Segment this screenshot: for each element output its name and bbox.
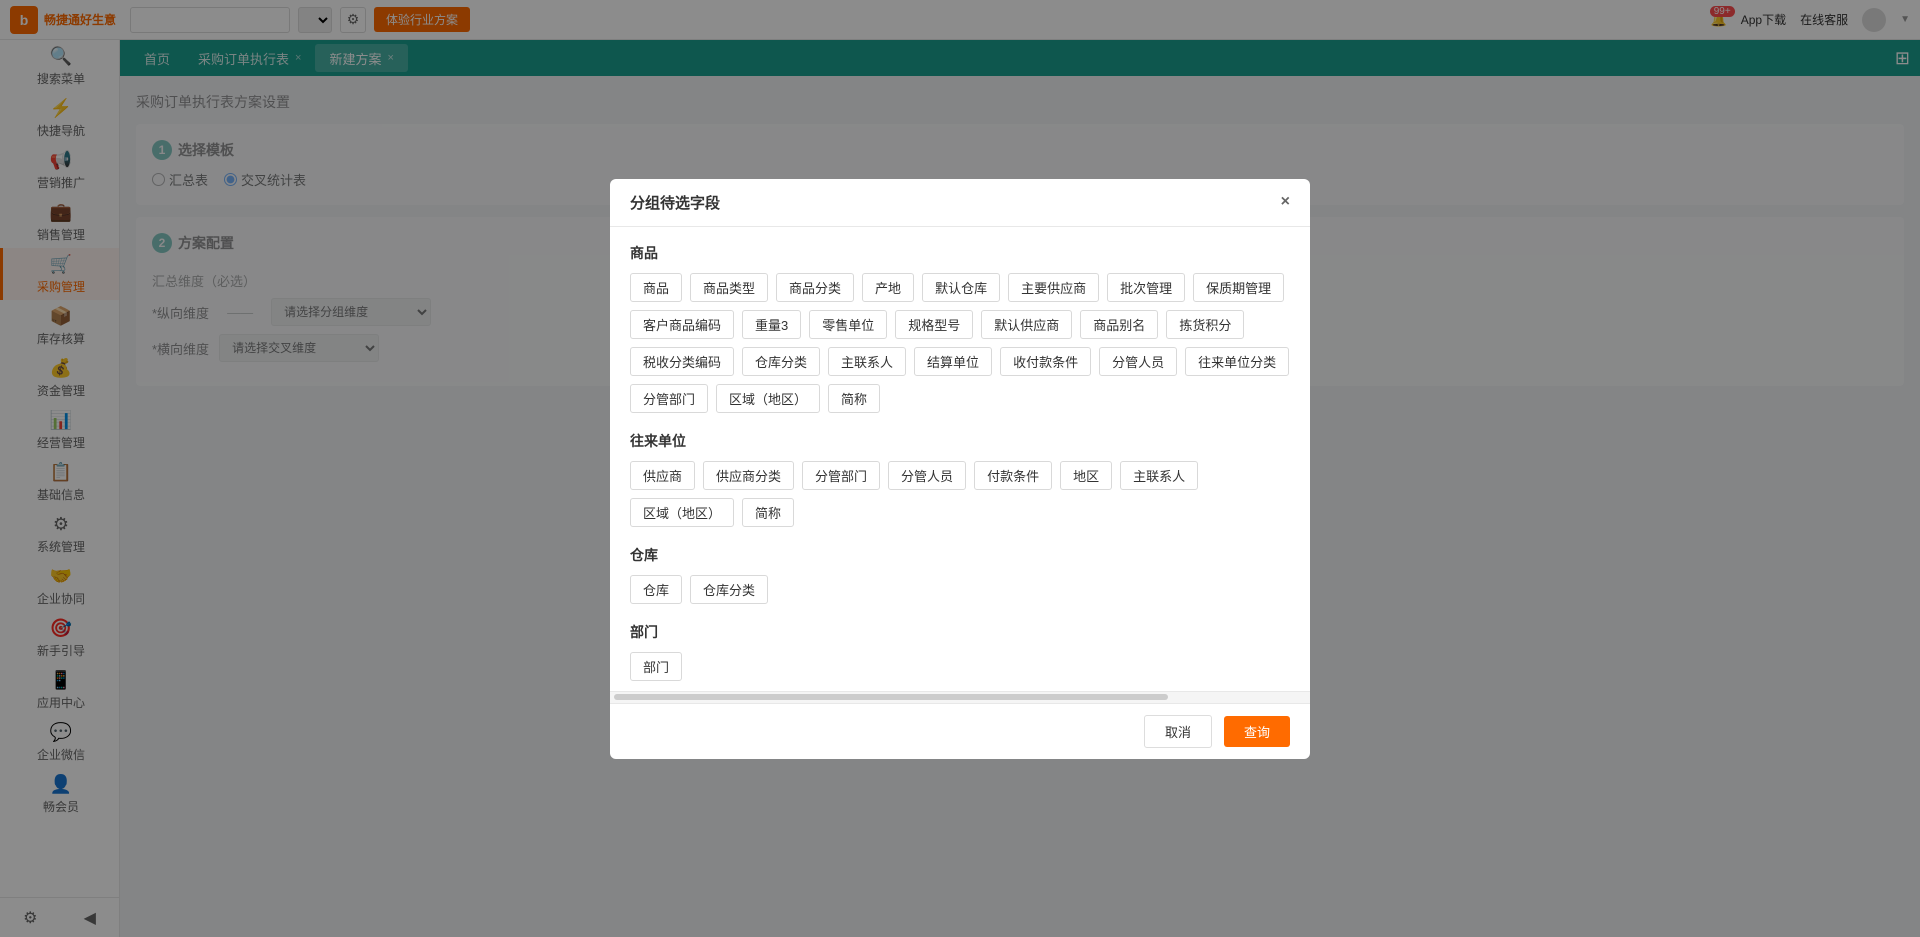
tag-retail-unit[interactable]: 零售单位 (809, 310, 887, 339)
tag-payment-terms[interactable]: 收付款条件 (1000, 347, 1091, 376)
tag-tax-code[interactable]: 税收分类编码 (630, 347, 734, 376)
tag-supplier-category[interactable]: 供应商分类 (703, 461, 794, 490)
tag-expiry-mgmt[interactable]: 保质期管理 (1193, 273, 1284, 302)
tag-person[interactable]: 分管人员 (888, 461, 966, 490)
modal-horizontal-scrollbar[interactable] (610, 691, 1310, 703)
tag-spec-model[interactable]: 规格型号 (895, 310, 973, 339)
section-department-tags: 部门 (630, 652, 1290, 681)
modal-cancel-button[interactable]: 取消 (1144, 715, 1212, 748)
tag-customer-product-code[interactable]: 客户商品编码 (630, 310, 734, 339)
tag-counterpart-category[interactable]: 往来单位分类 (1185, 347, 1289, 376)
tag-weight3[interactable]: 重量3 (742, 310, 801, 339)
tag-product-type[interactable]: 商品类型 (690, 273, 768, 302)
tag-department[interactable]: 部门 (630, 652, 682, 681)
tag-main-contact2[interactable]: 主联系人 (1120, 461, 1198, 490)
section-product-title: 商品 (630, 243, 1290, 263)
modal-footer: 取消 查询 (610, 703, 1310, 759)
tag-warehouse-type[interactable]: 仓库分类 (690, 575, 768, 604)
section-product: 商品 商品 商品类型 商品分类 产地 默认仓库 主要供应商 批次管理 保质期管理… (630, 243, 1290, 413)
modal-overlay: 分组待选字段 × 商品 商品 商品类型 商品分类 产地 默认仓库 主要供应商 批… (0, 0, 1920, 937)
tag-product[interactable]: 商品 (630, 273, 682, 302)
tag-admin-person[interactable]: 分管人员 (1099, 347, 1177, 376)
section-department-title: 部门 (630, 622, 1290, 642)
tag-area[interactable]: 地区 (1060, 461, 1112, 490)
tag-origin[interactable]: 产地 (862, 273, 914, 302)
tag-settlement-unit[interactable]: 结算单位 (914, 347, 992, 376)
tag-default-supplier[interactable]: 默认供应商 (981, 310, 1072, 339)
section-product-tags: 商品 商品类型 商品分类 产地 默认仓库 主要供应商 批次管理 保质期管理 客户… (630, 273, 1290, 413)
modal-body: 商品 商品 商品类型 商品分类 产地 默认仓库 主要供应商 批次管理 保质期管理… (610, 227, 1310, 691)
section-department: 部门 部门 (630, 622, 1290, 681)
tag-short-name[interactable]: 简称 (828, 384, 880, 413)
tag-region2[interactable]: 区域（地区） (630, 498, 734, 527)
tag-short-name2[interactable]: 简称 (742, 498, 794, 527)
tag-region[interactable]: 区域（地区） (716, 384, 820, 413)
section-warehouse-title: 仓库 (630, 545, 1290, 565)
section-counterpart-tags: 供应商 供应商分类 分管部门 分管人员 付款条件 地区 主联系人 区域（地区） … (630, 461, 1290, 527)
section-counterpart-title: 往来单位 (630, 431, 1290, 451)
tag-supplier[interactable]: 供应商 (630, 461, 695, 490)
modal-header: 分组待选字段 × (610, 179, 1310, 227)
tag-admin-dept[interactable]: 分管部门 (630, 384, 708, 413)
section-warehouse-tags: 仓库 仓库分类 (630, 575, 1290, 604)
tag-pick-points[interactable]: 拣货积分 (1166, 310, 1244, 339)
section-counterpart: 往来单位 供应商 供应商分类 分管部门 分管人员 付款条件 地区 主联系人 区域… (630, 431, 1290, 527)
tag-product-category[interactable]: 商品分类 (776, 273, 854, 302)
modal-title: 分组待选字段 (630, 192, 720, 213)
tag-main-supplier[interactable]: 主要供应商 (1008, 273, 1099, 302)
modal-close-button[interactable]: × (1281, 193, 1290, 211)
tag-batch-mgmt[interactable]: 批次管理 (1107, 273, 1185, 302)
section-warehouse: 仓库 仓库 仓库分类 (630, 545, 1290, 604)
tag-product-alias[interactable]: 商品别名 (1080, 310, 1158, 339)
tag-default-warehouse[interactable]: 默认仓库 (922, 273, 1000, 302)
tag-payment-cond[interactable]: 付款条件 (974, 461, 1052, 490)
tag-dept[interactable]: 分管部门 (802, 461, 880, 490)
modal-confirm-button[interactable]: 查询 (1224, 716, 1290, 747)
tag-warehouse-category[interactable]: 仓库分类 (742, 347, 820, 376)
modal-dialog: 分组待选字段 × 商品 商品 商品类型 商品分类 产地 默认仓库 主要供应商 批… (610, 179, 1310, 759)
tag-warehouse[interactable]: 仓库 (630, 575, 682, 604)
tag-main-contact[interactable]: 主联系人 (828, 347, 906, 376)
